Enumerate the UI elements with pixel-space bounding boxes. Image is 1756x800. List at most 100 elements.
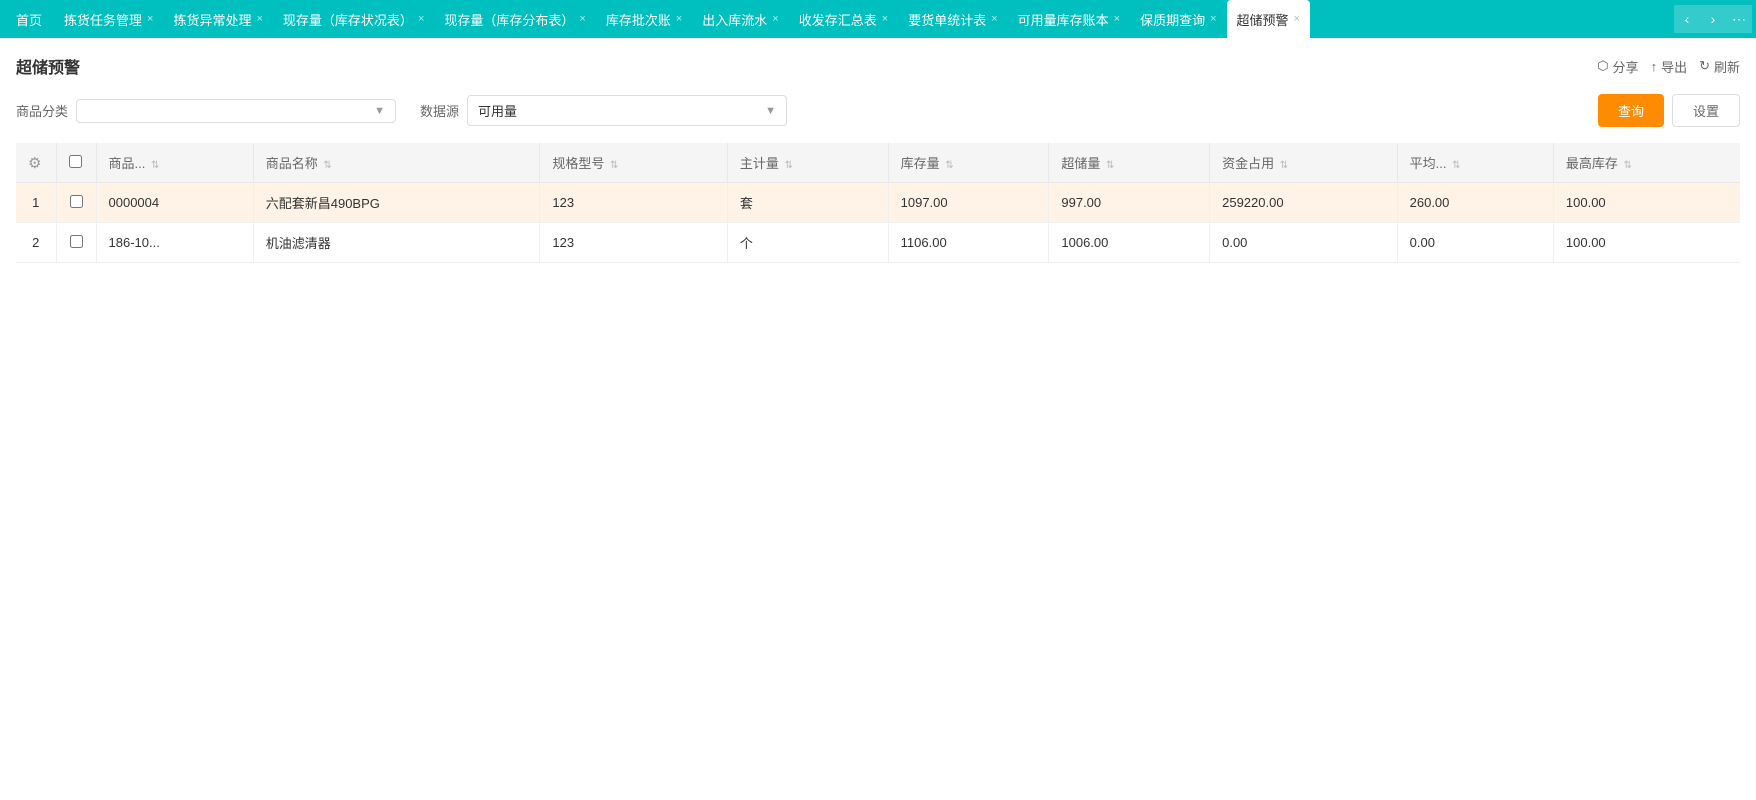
nav-tab-9[interactable]: 保质期查询 × — [1130, 0, 1226, 38]
select-all-checkbox[interactable] — [69, 155, 82, 168]
category-label: 商品分类 — [16, 101, 68, 120]
filter-category: 商品分类 ▼ — [16, 99, 396, 123]
th-gear[interactable]: ⚙ — [16, 143, 56, 183]
share-icon: ⬡ — [1597, 58, 1608, 74]
table-row: 1 0000004 六配套新昌490BPG 123 套 1097.00 997.… — [16, 183, 1740, 223]
close-tab-6[interactable]: × — [882, 13, 888, 25]
row-checkbox-2[interactable] — [70, 235, 83, 248]
product-code-2: 186-10... — [96, 223, 253, 263]
page-title: 超储预警 — [16, 54, 80, 78]
settings-button[interactable]: 设置 — [1672, 94, 1740, 127]
row-num-1: 1 — [16, 183, 56, 223]
th-over-storage[interactable]: 超储量 ⇅ — [1049, 143, 1210, 183]
nav-tab-8[interactable]: 可用量库存账本 × — [1008, 0, 1130, 38]
close-tab-5[interactable]: × — [772, 13, 778, 25]
product-name-2: 机油滤清器 — [253, 223, 540, 263]
close-tab-0[interactable]: × — [147, 13, 153, 25]
filter-datasource: 数据源 可用量 ▼ — [420, 95, 787, 126]
nav-arrow-more[interactable]: ⋯ — [1726, 5, 1752, 33]
stock-1: 1097.00 — [888, 183, 1049, 223]
table-header-row: ⚙ 商品... ⇅ 商品名称 ⇅ 规格型号 ⇅ 主计量 — [16, 143, 1740, 183]
nav-arrows: ‹ › ⋯ — [1674, 5, 1752, 33]
close-tab-2[interactable]: × — [418, 13, 424, 25]
th-stock[interactable]: 库存量 ⇅ — [888, 143, 1049, 183]
nav-tab-10[interactable]: 超储预警 × — [1227, 0, 1310, 38]
gear-icon[interactable]: ⚙ — [28, 155, 41, 172]
chevron-down-icon: ▼ — [374, 105, 385, 117]
nav-tab-4[interactable]: 库存批次账 × — [596, 0, 692, 38]
table-row: 2 186-10... 机油滤清器 123 个 1106.00 1006.00 … — [16, 223, 1740, 263]
datasource-label: 数据源 — [420, 101, 459, 120]
table-header: ⚙ 商品... ⇅ 商品名称 ⇅ 规格型号 ⇅ 主计量 — [16, 143, 1740, 183]
nav-arrow-left[interactable]: ‹ — [1674, 5, 1700, 33]
datasource-value: 可用量 — [478, 101, 517, 120]
table-body: 1 0000004 六配套新昌490BPG 123 套 1097.00 997.… — [16, 183, 1740, 263]
close-tab-8[interactable]: × — [1114, 13, 1120, 25]
close-tab-7[interactable]: × — [991, 13, 997, 25]
filter-actions: 查询 设置 — [1598, 94, 1740, 127]
refresh-icon: ↻ — [1699, 58, 1710, 74]
spec-1: 123 — [540, 183, 728, 223]
datasource-select[interactable]: 可用量 ▼ — [467, 95, 787, 126]
row-num-2: 2 — [16, 223, 56, 263]
nav-tab-2[interactable]: 现存量（库存状况表） × — [273, 0, 434, 38]
unit-2: 个 — [727, 223, 888, 263]
th-product-name[interactable]: 商品名称 ⇅ — [253, 143, 540, 183]
close-tab-1[interactable]: × — [256, 13, 262, 25]
unit-1: 套 — [727, 183, 888, 223]
stock-2: 1106.00 — [888, 223, 1049, 263]
product-name-1: 六配套新昌490BPG — [253, 183, 540, 223]
nav-home[interactable]: 首页 — [4, 10, 54, 29]
close-tab-9[interactable]: × — [1210, 13, 1216, 25]
th-spec[interactable]: 规格型号 ⇅ — [540, 143, 728, 183]
th-avg[interactable]: 平均... ⇅ — [1397, 143, 1553, 183]
over-storage-1: 997.00 — [1049, 183, 1210, 223]
max-stock-2: 100.00 — [1553, 223, 1740, 263]
sort-icon-9: ⇅ — [1624, 160, 1632, 171]
nav-tab-0[interactable]: 拣货任务管理 × — [54, 0, 163, 38]
nav-arrow-right[interactable]: › — [1700, 5, 1726, 33]
th-capital-usage[interactable]: 资金占用 ⇅ — [1210, 143, 1398, 183]
query-button[interactable]: 查询 — [1598, 94, 1664, 127]
close-tab-10[interactable]: × — [1294, 13, 1300, 25]
filter-bar: 商品分类 ▼ 数据源 可用量 ▼ 查询 设置 — [16, 94, 1740, 127]
sort-icon-2: ⇅ — [323, 160, 331, 171]
category-select[interactable]: ▼ — [76, 99, 396, 123]
row-checkbox-1[interactable] — [70, 195, 83, 208]
close-tab-4[interactable]: × — [676, 13, 682, 25]
share-button[interactable]: ⬡ 分享 — [1597, 57, 1638, 76]
sort-icon-3: ⇅ — [610, 160, 618, 171]
nav-tab-5[interactable]: 出入库流水 × — [692, 0, 788, 38]
nav-tab-3[interactable]: 现存量（库存分布表） × — [434, 0, 595, 38]
th-max-stock[interactable]: 最高库存 ⇅ — [1553, 143, 1740, 183]
capital-usage-1: 259220.00 — [1210, 183, 1398, 223]
sort-icon-4: ⇅ — [785, 160, 793, 171]
nav-tab-6[interactable]: 收发存汇总表 × — [789, 0, 898, 38]
close-tab-3[interactable]: × — [579, 13, 585, 25]
export-button[interactable]: ↑ 导出 — [1651, 57, 1688, 76]
max-stock-1: 100.00 — [1553, 183, 1740, 223]
checkbox-cell-2 — [56, 223, 96, 263]
th-checkbox — [56, 143, 96, 183]
nav-tab-1[interactable]: 拣货异常处理 × — [163, 0, 272, 38]
data-table: ⚙ 商品... ⇅ 商品名称 ⇅ 规格型号 ⇅ 主计量 — [16, 143, 1740, 263]
header-actions: ⬡ 分享 ↑ 导出 ↻ 刷新 — [1597, 57, 1740, 76]
sort-icon: ⇅ — [151, 160, 159, 171]
avg-1: 260.00 — [1397, 183, 1553, 223]
product-code-1: 0000004 — [96, 183, 253, 223]
page-header: 超储预警 ⬡ 分享 ↑ 导出 ↻ 刷新 — [16, 54, 1740, 78]
sort-icon-6: ⇅ — [1106, 160, 1114, 171]
nav-tab-7[interactable]: 要货单统计表 × — [898, 0, 1007, 38]
refresh-button[interactable]: ↻ 刷新 — [1699, 57, 1740, 76]
capital-usage-2: 0.00 — [1210, 223, 1398, 263]
avg-2: 0.00 — [1397, 223, 1553, 263]
spec-2: 123 — [540, 223, 728, 263]
sort-icon-5: ⇅ — [945, 160, 953, 171]
over-storage-2: 1006.00 — [1049, 223, 1210, 263]
top-nav: 首页 拣货任务管理 × 拣货异常处理 × 现存量（库存状况表） × 现存量（库存… — [0, 0, 1756, 38]
export-icon: ↑ — [1651, 59, 1658, 74]
th-product-code[interactable]: 商品... ⇅ — [96, 143, 253, 183]
th-unit[interactable]: 主计量 ⇅ — [727, 143, 888, 183]
page-content: 超储预警 ⬡ 分享 ↑ 导出 ↻ 刷新 商品分类 ▼ 数据源 — [0, 38, 1756, 800]
checkbox-cell-1 — [56, 183, 96, 223]
